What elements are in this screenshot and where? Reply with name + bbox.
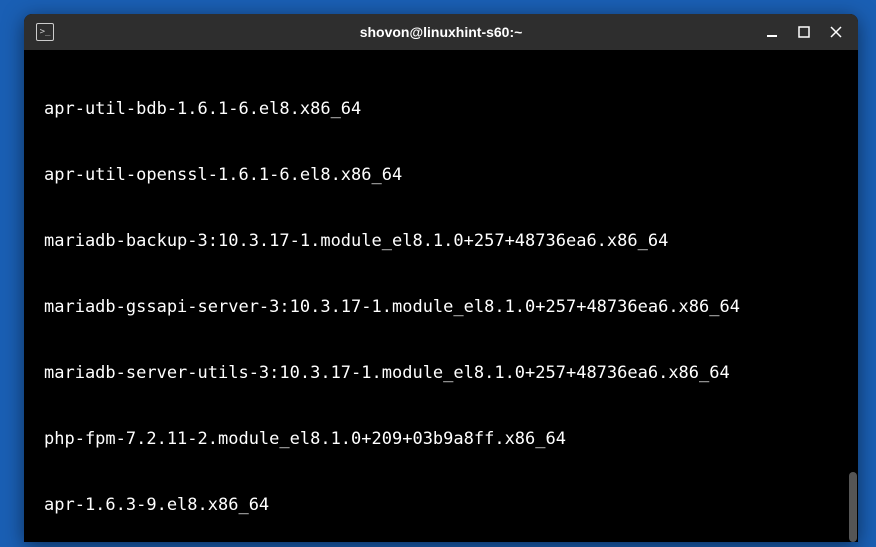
terminal-window: >_ shovon@linuxhint-s60:~ apr-util-bdb-1… <box>24 14 858 542</box>
titlebar-left: >_ <box>32 23 54 41</box>
output-line: mariadb-gssapi-server-3:10.3.17-1.module… <box>26 296 856 318</box>
window-controls <box>764 24 850 40</box>
window-title: shovon@linuxhint-s60:~ <box>360 24 523 40</box>
terminal-body[interactable]: apr-util-bdb-1.6.1-6.el8.x86_64 apr-util… <box>24 50 858 542</box>
close-icon <box>830 26 842 38</box>
output-line: php-fpm-7.2.11-2.module_el8.1.0+209+03b9… <box>26 428 856 450</box>
minimize-icon <box>766 26 778 38</box>
output-line: apr-util-bdb-1.6.1-6.el8.x86_64 <box>26 98 856 120</box>
titlebar: >_ shovon@linuxhint-s60:~ <box>24 14 858 50</box>
output-line: apr-util-openssl-1.6.1-6.el8.x86_64 <box>26 164 856 186</box>
minimize-button[interactable] <box>764 24 780 40</box>
scrollbar[interactable] <box>848 50 858 542</box>
close-button[interactable] <box>828 24 844 40</box>
output-line: apr-1.6.3-9.el8.x86_64 <box>26 494 856 516</box>
output-line: mariadb-server-utils-3:10.3.17-1.module_… <box>26 362 856 384</box>
scrollbar-thumb[interactable] <box>849 472 857 542</box>
maximize-button[interactable] <box>796 24 812 40</box>
terminal-app-icon: >_ <box>36 23 54 41</box>
output-line: mariadb-backup-3:10.3.17-1.module_el8.1.… <box>26 230 856 252</box>
maximize-icon <box>798 26 810 38</box>
